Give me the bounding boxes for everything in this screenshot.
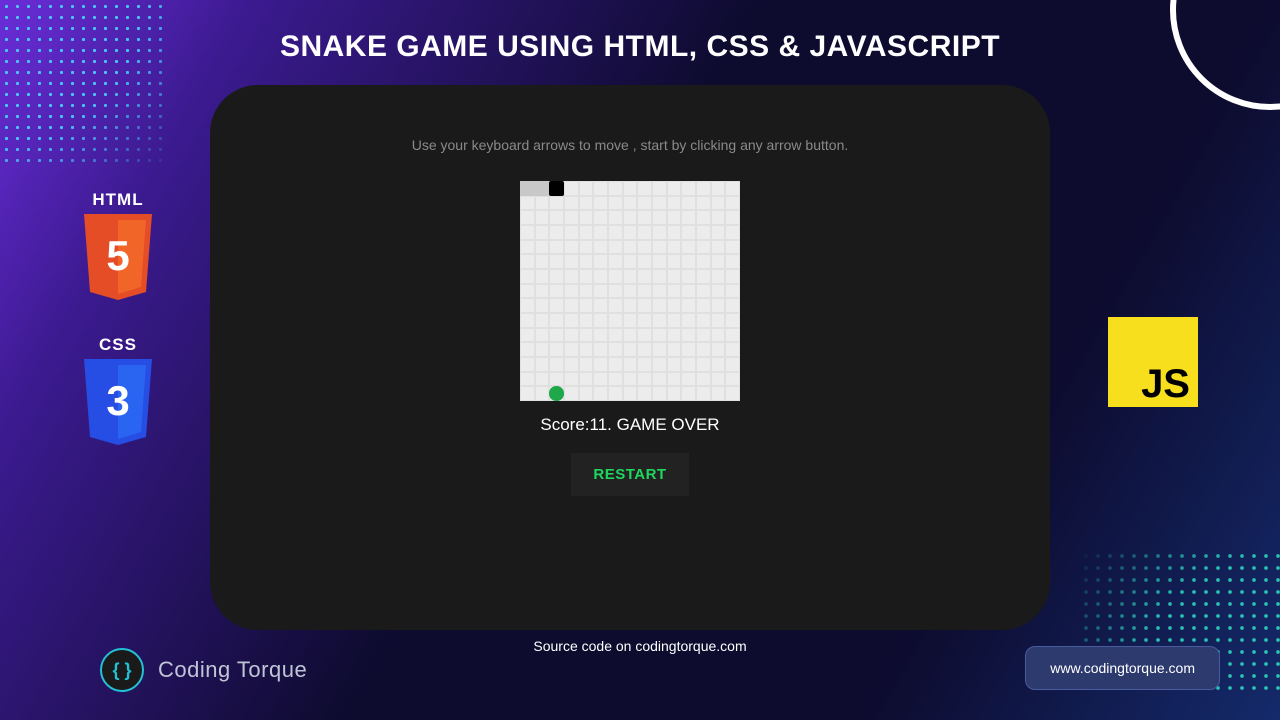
snake-segment [520,181,535,196]
css3-label: CSS [99,335,137,355]
url-pill[interactable]: www.codingtorque.com [1025,646,1220,690]
html5-badge: HTML 5 [78,190,158,304]
js-badge: JS [1108,317,1198,407]
page-title: SNAKE GAME USING HTML, CSS & JAVASCRIPT [280,30,1000,64]
svg-text:3: 3 [106,377,129,424]
css3-icon: 3 [78,359,158,449]
brand: { } Coding Torque [100,648,307,692]
css3-badge: CSS 3 [78,335,158,449]
decorative-circle-tr [1170,0,1280,110]
restart-button[interactable]: RESTART [571,453,688,496]
svg-text:5: 5 [106,232,129,279]
game-panel: Use your keyboard arrows to move , start… [210,85,1050,630]
brand-name: Coding Torque [158,657,307,683]
snake-head [549,181,564,196]
svg-text:JS: JS [1141,362,1190,406]
html5-label: HTML [92,190,143,210]
status-text: Score:11. GAME OVER [540,415,719,435]
js-icon: JS [1108,317,1198,407]
instruction-text: Use your keyboard arrows to move , start… [412,137,849,153]
html5-icon: 5 [78,214,158,304]
food [549,386,564,401]
brand-logo-icon: { } [100,648,144,692]
game-board[interactable] [520,181,740,401]
source-line: Source code on codingtorque.com [533,638,746,654]
snake-segment [535,181,550,196]
decorative-dots-tl [0,0,170,170]
